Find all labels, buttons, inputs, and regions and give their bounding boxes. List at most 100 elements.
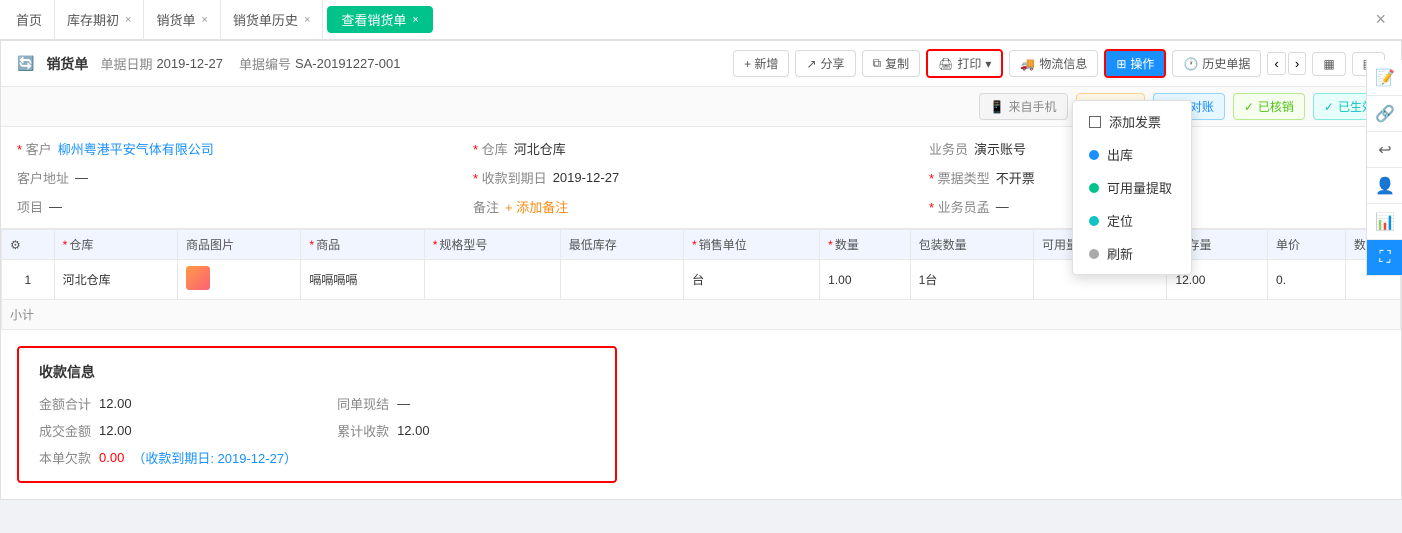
sidebar-expand-icon[interactable]: ⛶	[1367, 240, 1402, 276]
row-min-stock	[560, 260, 683, 300]
staff-label: 业务员	[929, 139, 968, 158]
product-image	[186, 266, 210, 290]
add-note-button[interactable]: + 添加备注	[505, 197, 568, 216]
subtotal-label: 小计	[2, 300, 1401, 330]
share-button[interactable]: ↗ 分享	[795, 50, 855, 77]
order-owed-label: 本单欠款	[39, 448, 91, 467]
history-button[interactable]: 🕐 历史单据	[1172, 50, 1261, 77]
subtotal-row: 小计	[2, 300, 1401, 330]
close-tab-history[interactable]: ×	[304, 14, 310, 26]
sidebar-chart-icon[interactable]: 📊	[1367, 204, 1402, 240]
doc-icon: 🔄	[17, 55, 34, 72]
transaction-amount-label: 成交金额	[39, 421, 91, 440]
project-value: —	[49, 199, 62, 214]
total-amount-value: 12.00	[99, 396, 132, 411]
copy-button[interactable]: ⧉ 复制	[862, 50, 921, 77]
tab-bar: 首页 库存期初 × 销货单 × 销货单历史 × 查看销货单 × ×	[0, 0, 1402, 40]
void-icon: ✓	[1244, 100, 1254, 114]
phone-icon: 📱	[990, 100, 1005, 114]
grid-view-button[interactable]: ▦	[1312, 52, 1345, 76]
accumulated-received-label: 累计收款	[337, 421, 389, 440]
tab-sales-history[interactable]: 销货单历史 ×	[221, 0, 323, 40]
note-field: 备注 + 添加备注	[473, 197, 929, 216]
grid1-icon: ▦	[1323, 57, 1334, 71]
sidebar-link-icon[interactable]: 🔗	[1367, 96, 1402, 132]
from-phone-button[interactable]: 📱 来自手机	[979, 93, 1068, 120]
order-owed-row: 本单欠款 0.00 （收款到期日: 2019-12-27）	[39, 448, 297, 467]
customer-value[interactable]: 柳州粤港平安气体有限公司	[58, 139, 214, 158]
invoice-icon	[1089, 116, 1101, 128]
logistics-icon: 🚚	[1020, 57, 1035, 71]
prev-button[interactable]: ‹	[1267, 52, 1285, 75]
transaction-amount-value: 12.00	[99, 423, 132, 438]
row-unit: 台	[684, 260, 820, 300]
locate-item[interactable]: 定位	[1073, 204, 1191, 237]
col-min-stock: 最低库存	[560, 230, 683, 260]
outbound-dot	[1089, 150, 1099, 160]
col-settings: ⚙	[2, 230, 55, 260]
same-order-settle-row: 同单现结 —	[337, 394, 595, 413]
locate-dot	[1089, 216, 1099, 226]
new-button[interactable]: + 新增	[733, 50, 789, 77]
staff-value: 演示账号	[974, 139, 1026, 158]
warehouse-label: 仓库	[473, 139, 508, 158]
payment-date-value: 2019-12-27	[553, 170, 620, 185]
same-order-settle-label: 同单现结	[337, 394, 389, 413]
add-invoice-item[interactable]: 添加发票	[1073, 105, 1191, 138]
doc-number-label: 单据编号 SA-20191227-001	[239, 54, 401, 73]
row-pkg-qty: 1台	[910, 260, 1033, 300]
warehouse-field: 仓库 河北仓库	[473, 139, 929, 158]
right-sidebar: 📝 🔗 ↩ 👤 📊 ⛶	[1366, 60, 1402, 276]
sidebar-return-icon[interactable]: ↩	[1367, 132, 1402, 168]
ticket-type-label: 票据类型	[929, 168, 990, 187]
outbound-item[interactable]: 出库	[1073, 138, 1191, 171]
order-owed-value: 0.00	[99, 450, 124, 465]
sidebar-note-icon[interactable]: 📝	[1367, 60, 1402, 96]
operation-button[interactable]: ⊞ 操作	[1104, 49, 1166, 78]
address-field: 客户地址 —	[17, 168, 473, 187]
share-icon: ↗	[806, 57, 816, 71]
print-dropdown-icon: ▾	[985, 57, 991, 71]
order-owed-suffix: （收款到期日: 2019-12-27）	[132, 448, 297, 467]
tab-view-sales[interactable]: 查看销货单 ×	[327, 6, 432, 33]
total-amount-row: 金额合计 12.00	[39, 394, 297, 413]
next-button[interactable]: ›	[1288, 52, 1306, 75]
row-product: 嗝嗝嗝嗝	[301, 260, 424, 300]
close-tab-sales[interactable]: ×	[201, 14, 207, 26]
operation-dropdown: 添加发票 出库 可用量提取 定位 刷新	[1072, 100, 1192, 275]
available-extract-item[interactable]: 可用量提取	[1073, 171, 1191, 204]
total-amount-label: 金额合计	[39, 394, 91, 413]
tab-inventory-init[interactable]: 库存期初 ×	[55, 0, 144, 40]
col-spec: *规格型号	[424, 230, 560, 260]
address-value: —	[75, 170, 88, 185]
col-quantity: *数量	[820, 230, 910, 260]
history-icon: 🕐	[1183, 57, 1198, 71]
col-image: 商品图片	[178, 230, 301, 260]
close-tab-view[interactable]: ×	[412, 14, 418, 26]
doc-header: 🔄 销货单 单据日期 2019-12-27 单据编号 SA-20191227-0…	[1, 41, 1401, 87]
refresh-item[interactable]: 刷新	[1073, 237, 1191, 270]
voided-button[interactable]: ✓ 已核销	[1233, 93, 1305, 120]
close-tab-inventory[interactable]: ×	[125, 14, 131, 26]
tab-home[interactable]: 首页	[8, 0, 55, 40]
col-price: 单价	[1268, 230, 1346, 260]
payment-date-field: 收款到期日 2019-12-27	[473, 168, 929, 187]
print-button[interactable]: 🖨 打印 ▾	[926, 49, 1003, 78]
logistics-button[interactable]: 🚚 物流信息	[1009, 50, 1098, 77]
project-label: 项目	[17, 197, 43, 216]
tab-sales-order[interactable]: 销货单 ×	[144, 0, 220, 40]
nav-buttons: ‹ ›	[1267, 52, 1306, 75]
salesman-value: —	[996, 199, 1009, 214]
close-all-tabs[interactable]: ×	[1367, 9, 1394, 30]
summary-grid: 金额合计 12.00 同单现结 — 成交金额 12.00 累计收款 12.00 …	[39, 394, 595, 467]
ticket-type-value: 不开票	[996, 168, 1035, 187]
row-index: 1	[2, 260, 55, 300]
effective-icon: ✓	[1324, 100, 1334, 114]
sidebar-user-icon[interactable]: 👤	[1367, 168, 1402, 204]
print-icon: 🖨	[938, 57, 953, 71]
summary-section: 收款信息 金额合计 12.00 同单现结 — 成交金额 12.00 累计收款 1…	[1, 330, 1401, 499]
row-price: 0.	[1268, 260, 1346, 300]
col-warehouse: *仓库	[54, 230, 177, 260]
copy-icon: ⧉	[873, 56, 882, 71]
customer-label: 客户	[17, 139, 52, 158]
